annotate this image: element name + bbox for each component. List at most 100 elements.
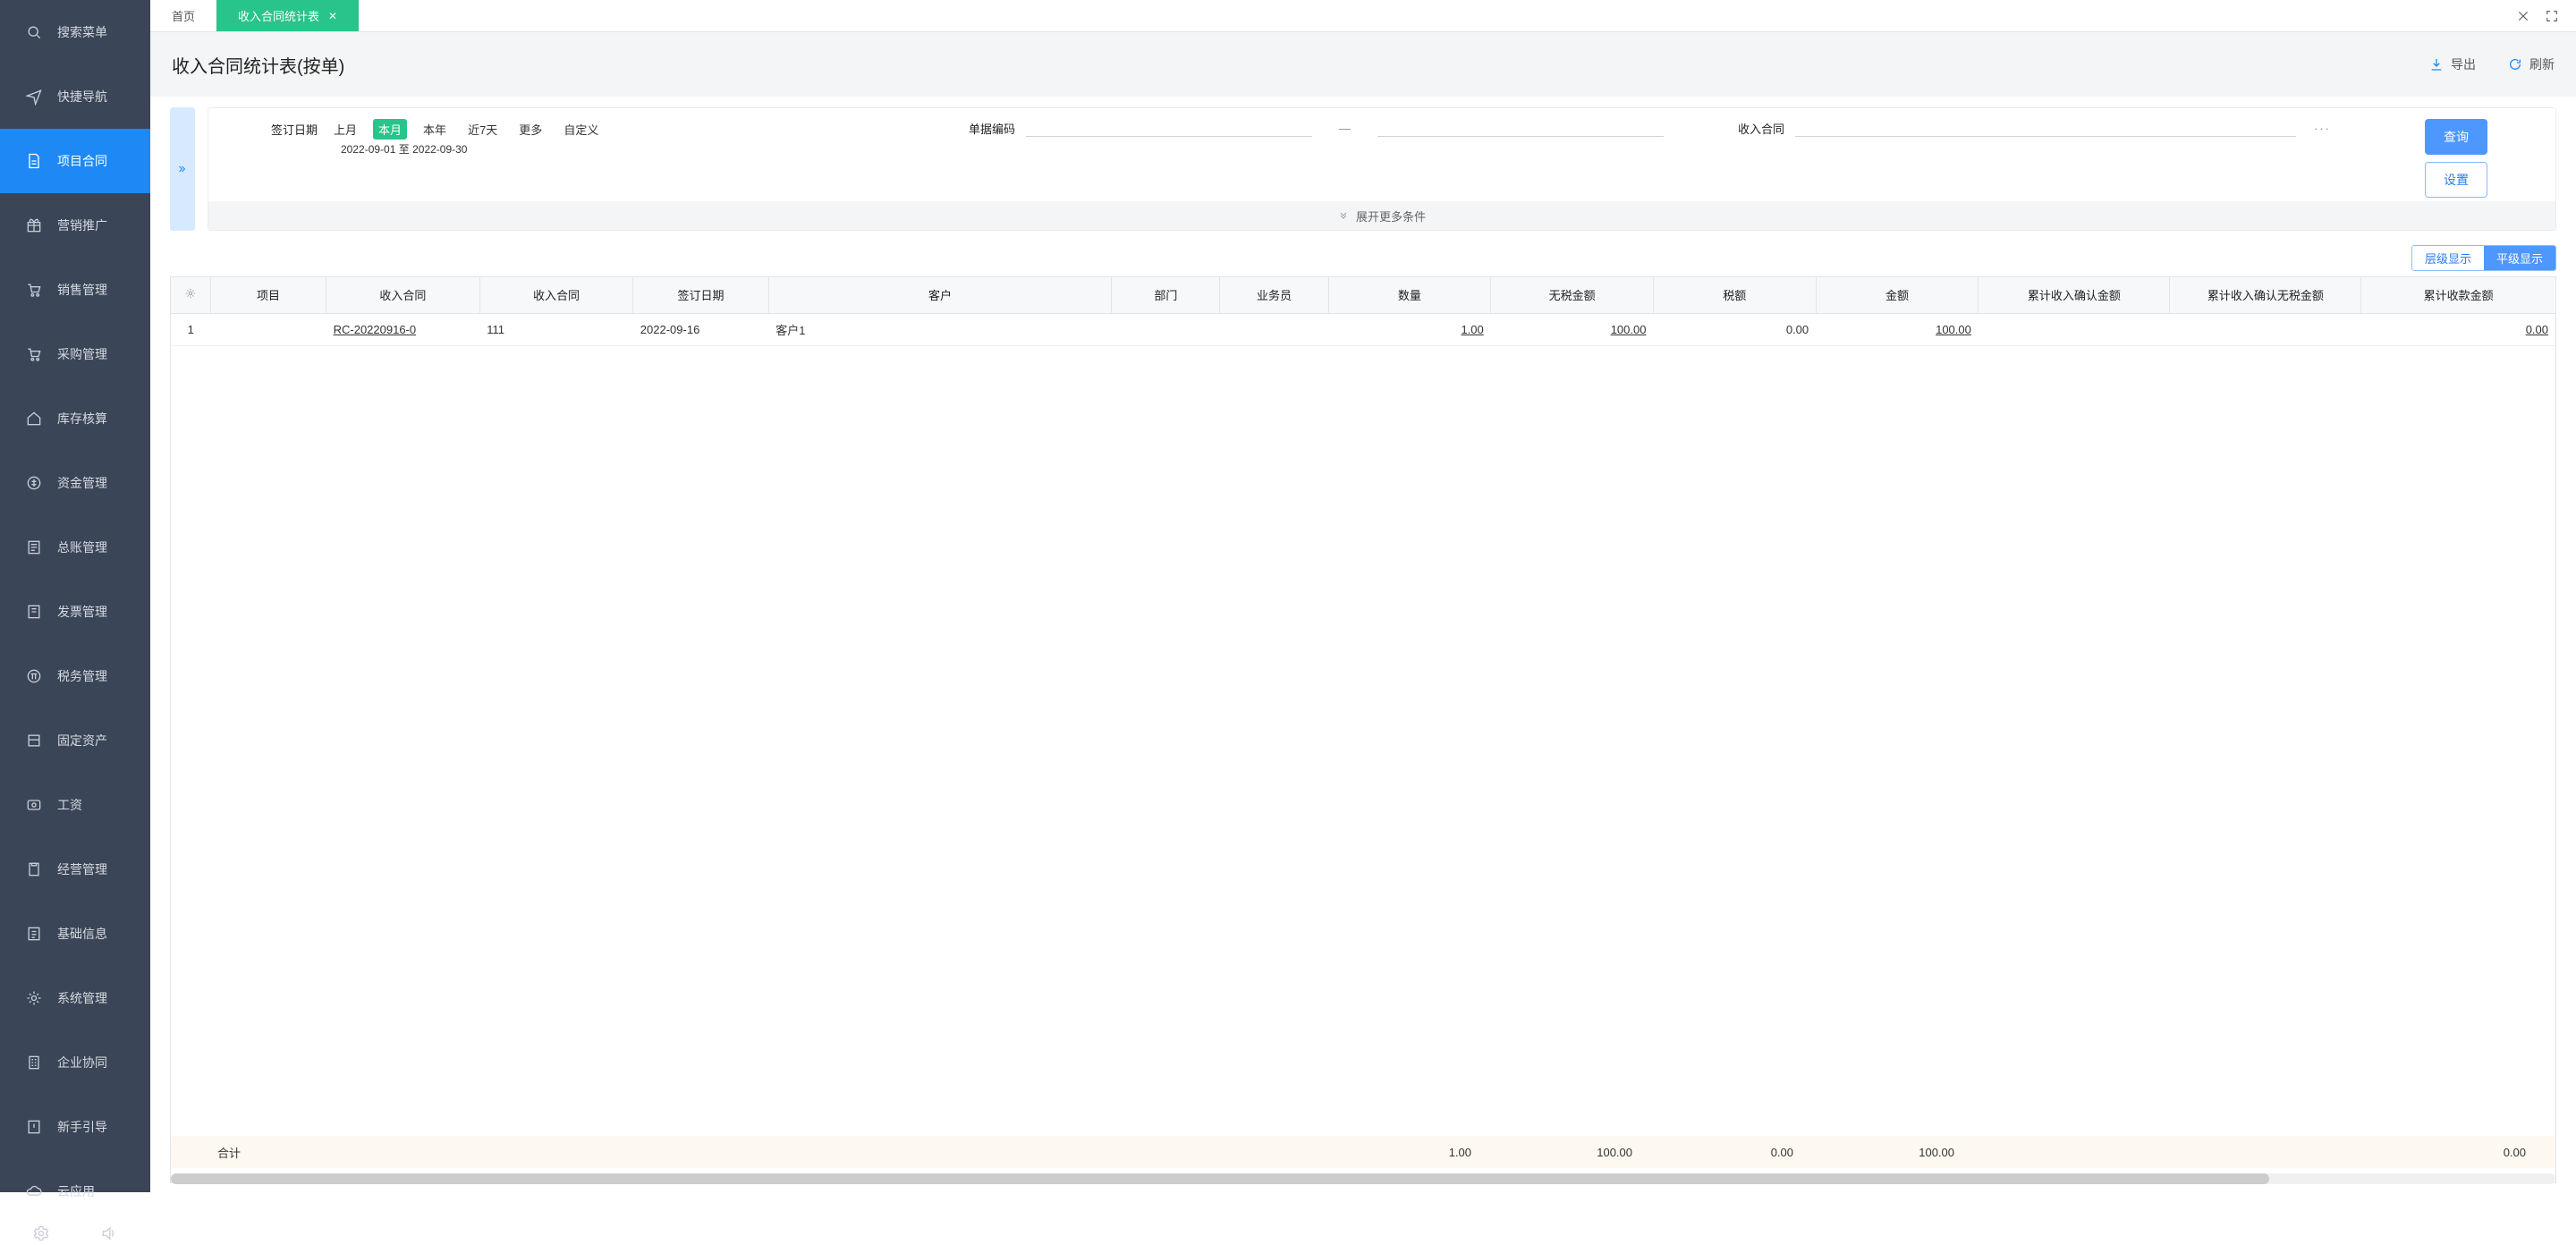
sidebar-item-label: 库存核算 xyxy=(57,410,125,428)
sidebar-item-1[interactable]: 快捷导航 xyxy=(0,64,150,129)
flat-display-option[interactable]: 平级显示 xyxy=(2484,246,2555,270)
sidebar-item-6[interactable]: 库存核算 xyxy=(0,386,150,451)
col-header-0[interactable]: 项目 xyxy=(210,277,326,313)
horizontal-scrollbar[interactable] xyxy=(171,1168,2555,1182)
doc-code-label: 单据编码 xyxy=(969,120,1015,137)
date-chip-1[interactable]: 本月 xyxy=(373,119,407,140)
col-header-8[interactable]: 无税金额 xyxy=(1491,277,1654,313)
sidebar: 搜索菜单快捷导航项目合同营销推广销售管理采购管理库存核算资金管理总账管理发票管理… xyxy=(0,0,150,1192)
sidebar-item-label: 采购管理 xyxy=(57,345,125,363)
cart-icon xyxy=(25,281,43,299)
query-button[interactable]: 查询 xyxy=(2425,119,2487,155)
sidebar-item-label: 营销推广 xyxy=(57,216,125,234)
tab-label: 收入合同统计表 xyxy=(238,7,319,24)
sidebar-item-14[interactable]: 基础信息 xyxy=(0,902,150,966)
gear-icon xyxy=(25,989,43,1007)
date-chip-3[interactable]: 近7天 xyxy=(462,119,503,140)
sidebar-item-label: 总账管理 xyxy=(57,538,125,556)
sidebar-item-4[interactable]: 销售管理 xyxy=(0,258,150,322)
volume-icon[interactable] xyxy=(100,1224,118,1245)
income-contract-input[interactable] xyxy=(1795,119,2296,137)
col-header-3[interactable]: 签订日期 xyxy=(633,277,768,313)
refresh-button[interactable]: 刷新 xyxy=(2508,55,2555,73)
tab-label: 首页 xyxy=(172,7,195,24)
tab-1[interactable]: 收入合同统计表 ✕ xyxy=(216,0,359,31)
sidebar-item-16[interactable]: 企业协同 xyxy=(0,1030,150,1095)
cart-icon xyxy=(25,345,43,363)
clipboard-icon xyxy=(25,860,43,878)
sidebar-item-9[interactable]: 发票管理 xyxy=(0,580,150,644)
date-chip-0[interactable]: 上月 xyxy=(328,119,362,140)
link-cell[interactable]: RC-20220916-0 xyxy=(334,323,417,336)
link-cell[interactable]: 0.00 xyxy=(2526,323,2548,336)
col-header-10[interactable]: 金额 xyxy=(1816,277,1979,313)
expand-conditions-toggle[interactable]: 展开更多条件 xyxy=(208,201,2555,230)
expand-label: 展开更多条件 xyxy=(1356,208,1426,224)
col-header-9[interactable]: 税额 xyxy=(1653,277,1816,313)
close-icon[interactable] xyxy=(2515,8,2531,24)
sidebar-item-label: 企业协同 xyxy=(57,1054,125,1071)
sidebar-item-15[interactable]: 系统管理 xyxy=(0,966,150,1030)
filter-collapse-toggle[interactable] xyxy=(170,107,195,231)
hierarchical-display-option[interactable]: 层级显示 xyxy=(2412,246,2484,270)
guide-icon xyxy=(25,1118,43,1136)
sidebar-item-label: 资金管理 xyxy=(57,474,125,492)
link-cell[interactable]: 100.00 xyxy=(1611,323,1647,336)
sidebar-item-12[interactable]: 工资 xyxy=(0,773,150,837)
export-button[interactable]: 导出 xyxy=(2429,55,2476,73)
doc-code-to-input[interactable] xyxy=(1377,119,1664,137)
sidebar-item-3[interactable]: 营销推广 xyxy=(0,193,150,258)
refresh-label: 刷新 xyxy=(2529,55,2555,73)
gift-icon xyxy=(25,216,43,234)
date-chip-2[interactable]: 本年 xyxy=(418,119,452,140)
date-chip-5[interactable]: 自定义 xyxy=(558,119,604,140)
doc-code-from-input[interactable] xyxy=(1026,119,1312,137)
sidebar-item-label: 云应用 xyxy=(57,1182,125,1200)
sidebar-item-10[interactable]: 税务管理 xyxy=(0,644,150,708)
page-title: 收入合同统计表(按单) xyxy=(172,52,2429,78)
link-cell[interactable]: 1.00 xyxy=(1461,323,1483,336)
link-cell[interactable]: 100.00 xyxy=(1936,323,1971,336)
col-header-11[interactable]: 累计收入确认金额 xyxy=(1979,277,2170,313)
tabs-bar: 首页 收入合同统计表 ✕ xyxy=(150,0,2576,32)
sign-date-label: 签订日期 xyxy=(271,121,318,138)
col-header-7[interactable]: 数量 xyxy=(1328,277,1491,313)
settings-button[interactable]: 设置 xyxy=(2425,162,2487,198)
search-icon xyxy=(25,23,43,41)
col-header-13[interactable]: 累计收款金额 xyxy=(2361,277,2555,313)
date-chip-4[interactable]: 更多 xyxy=(513,119,547,140)
data-table: 项目收入合同收入合同签订日期客户部门业务员数量无税金额税额金额累计收入确认金额累… xyxy=(170,276,2556,1183)
sidebar-item-8[interactable]: 总账管理 xyxy=(0,515,150,580)
building-icon xyxy=(25,1054,43,1071)
sidebar-item-18[interactable]: 云应用 xyxy=(0,1159,150,1224)
close-icon[interactable]: ✕ xyxy=(328,10,337,22)
fullscreen-icon[interactable] xyxy=(2544,8,2560,24)
col-header-1[interactable]: 收入合同 xyxy=(326,277,480,313)
sidebar-item-7[interactable]: 资金管理 xyxy=(0,451,150,515)
col-header-5[interactable]: 部门 xyxy=(1112,277,1220,313)
col-header-2[interactable]: 收入合同 xyxy=(479,277,633,313)
sidebar-item-label: 搜索菜单 xyxy=(57,23,125,41)
sidebar-item-2[interactable]: 项目合同 xyxy=(0,129,150,193)
sidebar-item-0[interactable]: 搜索菜单 xyxy=(0,0,150,64)
col-header-4[interactable]: 客户 xyxy=(768,277,1112,313)
sidebar-item-label: 销售管理 xyxy=(57,281,125,299)
sidebar-item-11[interactable]: 固定资产 xyxy=(0,708,150,773)
file-icon xyxy=(25,152,43,170)
col-header-12[interactable]: 累计收入确认无税金额 xyxy=(2170,277,2361,313)
gear-icon[interactable] xyxy=(32,1224,50,1245)
filter-panel: 签订日期 上月本月本年近7天更多自定义 2022-09-01 至 2022-09… xyxy=(150,97,2576,241)
table-row[interactable]: 1RC-20220916-01112022-09-16客户11.00100.00… xyxy=(171,313,2555,345)
sidebar-item-13[interactable]: 经营管理 xyxy=(0,837,150,902)
sidebar-item-17[interactable]: 新手引导 xyxy=(0,1095,150,1159)
more-options-icon[interactable]: ··· xyxy=(2307,122,2338,135)
display-mode-toggle[interactable]: 层级显示 平级显示 xyxy=(2411,245,2556,271)
tab-0[interactable]: 首页 xyxy=(150,0,216,31)
invoice-icon xyxy=(25,603,43,621)
col-header-6[interactable]: 业务员 xyxy=(1220,277,1328,313)
sidebar-item-label: 项目合同 xyxy=(57,152,125,170)
wage-icon xyxy=(25,796,43,814)
income-contract-label: 收入合同 xyxy=(1738,120,1784,137)
gear-icon[interactable] xyxy=(184,289,197,302)
sidebar-item-5[interactable]: 采购管理 xyxy=(0,322,150,386)
